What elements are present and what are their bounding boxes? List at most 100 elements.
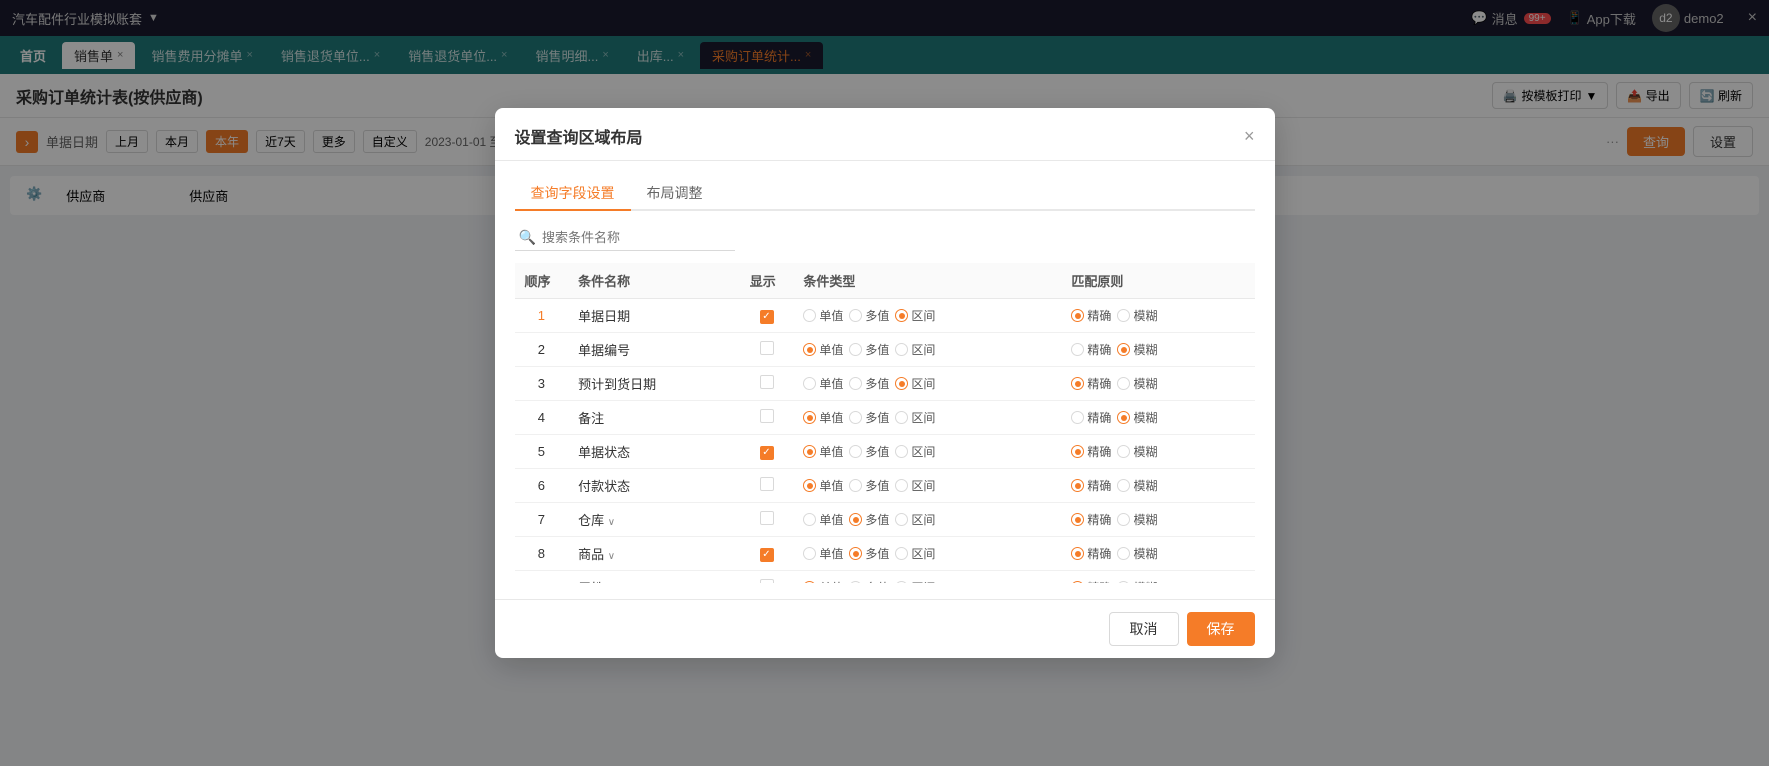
- checkbox[interactable]: ✓: [760, 310, 774, 324]
- radio-range[interactable]: 区间: [895, 545, 935, 562]
- radio-dot-range: [895, 309, 908, 322]
- match-radio-group: 精确 模糊: [1071, 409, 1244, 426]
- search-input[interactable]: [542, 230, 722, 245]
- radio-multi[interactable]: 多值: [849, 307, 889, 324]
- radio-multi[interactable]: 多值: [849, 545, 889, 562]
- row-display-checkbox[interactable]: [740, 333, 794, 367]
- checkbox[interactable]: [760, 341, 774, 355]
- radio-exact[interactable]: 精确: [1071, 375, 1111, 392]
- checkbox[interactable]: [760, 477, 774, 491]
- radio-single[interactable]: 单值: [803, 511, 843, 528]
- radio-dot-range: [895, 445, 908, 458]
- row-display-checkbox[interactable]: ✓: [740, 435, 794, 469]
- radio-exact[interactable]: 精确: [1071, 409, 1111, 426]
- radio-multi[interactable]: 多值: [849, 477, 889, 494]
- radio-fuzzy[interactable]: 模糊: [1117, 409, 1157, 426]
- radio-dot-fuzzy: [1117, 547, 1130, 560]
- condition-name-text: 仓库: [578, 513, 604, 528]
- condition-name-text: 属性: [578, 581, 604, 583]
- radio-single[interactable]: 单值: [803, 409, 843, 426]
- radio-fuzzy[interactable]: 模糊: [1117, 341, 1157, 358]
- col-order: 顺序: [515, 263, 569, 299]
- radio-single[interactable]: 单值: [803, 579, 843, 583]
- search-icon: 🔍: [519, 229, 536, 246]
- type-radio-group: 单值 多值 区间: [803, 511, 1051, 528]
- radio-exact[interactable]: 精确: [1071, 579, 1111, 583]
- checkbox[interactable]: ✓: [760, 548, 774, 562]
- radio-single[interactable]: 单值: [803, 477, 843, 494]
- radio-fuzzy[interactable]: 模糊: [1117, 545, 1157, 562]
- modal-tabs: 查询字段设置 布局调整: [515, 177, 1255, 211]
- row-display-checkbox[interactable]: [740, 503, 794, 537]
- radio-single[interactable]: 单值: [803, 443, 843, 460]
- row-display-checkbox[interactable]: [740, 469, 794, 503]
- type-radio-group: 单值 多值 区间: [803, 307, 1051, 324]
- match-radio-group: 精确 模糊: [1071, 307, 1244, 324]
- radio-single[interactable]: 单值: [803, 545, 843, 562]
- radio-multi[interactable]: 多值: [849, 579, 889, 583]
- radio-exact[interactable]: 精确: [1071, 341, 1111, 358]
- radio-single[interactable]: 单值: [803, 307, 843, 324]
- radio-dot-multi: [849, 547, 862, 560]
- radio-dot-single: [803, 513, 816, 526]
- checkbox[interactable]: [760, 409, 774, 423]
- radio-multi[interactable]: 多值: [849, 341, 889, 358]
- radio-exact[interactable]: 精确: [1071, 443, 1111, 460]
- radio-single[interactable]: 单值: [803, 375, 843, 392]
- radio-fuzzy[interactable]: 模糊: [1117, 443, 1157, 460]
- radio-fuzzy[interactable]: 模糊: [1117, 375, 1157, 392]
- settings-table: 顺序 条件名称 显示 条件类型 匹配原则 1单据日期✓ 单值: [515, 263, 1255, 583]
- radio-fuzzy[interactable]: 模糊: [1117, 477, 1157, 494]
- radio-range[interactable]: 区间: [895, 307, 935, 324]
- tab-query-fields[interactable]: 查询字段设置: [515, 177, 631, 211]
- radio-dot-exact: [1071, 309, 1084, 322]
- row-match-radios: 精确 模糊: [1061, 299, 1254, 333]
- radio-dot-single: [803, 411, 816, 424]
- checkbox[interactable]: ✓: [760, 446, 774, 460]
- row-display-checkbox[interactable]: ✓: [740, 537, 794, 571]
- radio-range[interactable]: 区间: [895, 477, 935, 494]
- radio-range[interactable]: 区间: [895, 409, 935, 426]
- row-display-checkbox[interactable]: [740, 401, 794, 435]
- radio-exact[interactable]: 精确: [1071, 545, 1111, 562]
- radio-single[interactable]: 单值: [803, 341, 843, 358]
- radio-dot-range: [895, 513, 908, 526]
- order-number: 9: [538, 580, 545, 583]
- radio-exact[interactable]: 精确: [1071, 477, 1111, 494]
- settings-table-scroll[interactable]: 顺序 条件名称 显示 条件类型 匹配原则 1单据日期✓ 单值: [515, 263, 1255, 583]
- modal-close-button[interactable]: ×: [1244, 126, 1255, 147]
- radio-multi[interactable]: 多值: [849, 443, 889, 460]
- radio-fuzzy[interactable]: 模糊: [1117, 511, 1157, 528]
- row-type-radios: 单值 多值 区间: [793, 469, 1061, 503]
- radio-dot-exact: [1071, 581, 1084, 583]
- radio-fuzzy[interactable]: 模糊: [1117, 307, 1157, 324]
- checkbox[interactable]: [760, 375, 774, 389]
- radio-multi[interactable]: 多值: [849, 511, 889, 528]
- save-button[interactable]: 保存: [1187, 612, 1255, 646]
- row-display-checkbox[interactable]: ✓: [740, 299, 794, 333]
- type-radio-group: 单值 多值 区间: [803, 477, 1051, 494]
- order-number: 7: [538, 512, 545, 527]
- radio-multi[interactable]: 多值: [849, 409, 889, 426]
- radio-dot-exact: [1071, 445, 1084, 458]
- cancel-button[interactable]: 取消: [1109, 612, 1179, 646]
- checkbox[interactable]: [760, 511, 774, 525]
- row-match-radios: 精确 模糊: [1061, 469, 1254, 503]
- radio-range[interactable]: 区间: [895, 341, 935, 358]
- table-row: 7仓库 ∨ 单值 多值 区间 精确: [515, 503, 1255, 537]
- tab-layout-adjust[interactable]: 布局调整: [631, 177, 719, 211]
- radio-multi[interactable]: 多值: [849, 375, 889, 392]
- radio-exact[interactable]: 精确: [1071, 511, 1111, 528]
- radio-exact[interactable]: 精确: [1071, 307, 1111, 324]
- radio-fuzzy[interactable]: 模糊: [1117, 579, 1157, 583]
- radio-range[interactable]: 区间: [895, 579, 935, 583]
- radio-range[interactable]: 区间: [895, 375, 935, 392]
- radio-range[interactable]: 区间: [895, 443, 935, 460]
- checkbox[interactable]: [760, 579, 774, 583]
- row-display-checkbox[interactable]: [740, 367, 794, 401]
- radio-range[interactable]: 区间: [895, 511, 935, 528]
- match-radio-group: 精确 模糊: [1071, 375, 1244, 392]
- radio-dot-fuzzy: [1117, 309, 1130, 322]
- row-condition-name: 付款状态: [568, 469, 740, 503]
- row-display-checkbox[interactable]: [740, 571, 794, 584]
